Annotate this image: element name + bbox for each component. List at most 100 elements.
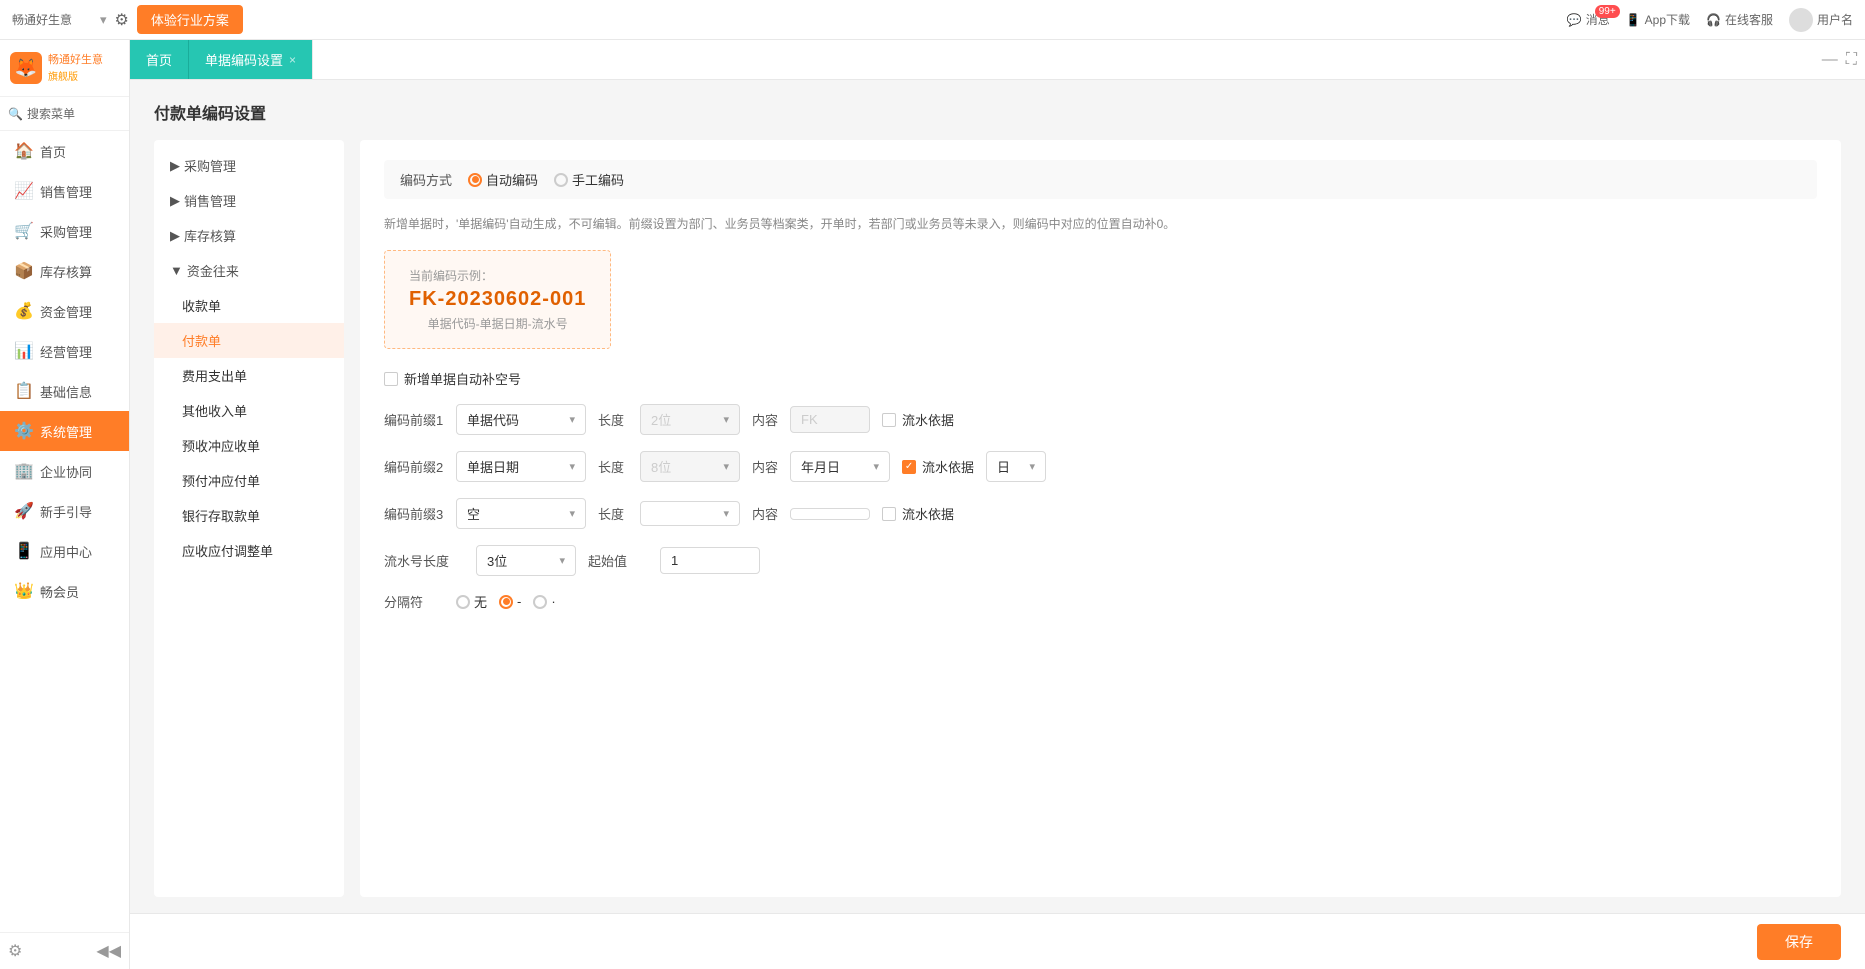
online-service-btn[interactable]: 🎧 在线客服 [1706, 11, 1773, 28]
length1-label: 长度 [598, 410, 624, 429]
auto-fill-checkbox[interactable] [384, 372, 398, 386]
manual-encode-radio[interactable]: 手工编码 [554, 170, 624, 189]
serial3-checkbox[interactable] [882, 507, 896, 521]
footer-settings-icon[interactable]: ⚙ [8, 941, 22, 961]
prefix1-label: 编码前缀1 [384, 410, 444, 429]
auto-encode-circle [468, 173, 482, 187]
length1-value: 2位 [651, 410, 671, 429]
tree-item-bank-deposit[interactable]: 银行存取款单 [154, 498, 344, 533]
tree-item-purchase-mgmt[interactable]: ▶ 采购管理 [154, 148, 344, 183]
tree-item-other-income[interactable]: 其他收入单 [154, 393, 344, 428]
page-body: ▶ 采购管理 ▶ 销售管理 ▶ 库存核算 ▼ 资 [154, 140, 1841, 897]
sidebar-item-basic[interactable]: 📋 基础信息 [0, 371, 129, 411]
tree-label-inventory: 库存核算 [184, 226, 236, 245]
serial3-checkbox-row[interactable]: 流水依据 [882, 504, 954, 523]
content2-label: 内容 [752, 457, 778, 476]
sep-dot-radio[interactable]: · [533, 594, 555, 609]
tree-label-expense: 费用支出单 [182, 366, 247, 385]
auto-fill-label: 新增单据自动补空号 [404, 369, 521, 388]
length2-select[interactable]: 8位 ▾ [640, 451, 740, 482]
explore-btn[interactable]: 体验行业方案 [137, 5, 243, 34]
start-value-input[interactable] [660, 547, 760, 574]
search-menu-btn[interactable]: 🔍 搜索菜单 [0, 97, 129, 131]
sidebar-item-enterprise[interactable]: 🏢 企业协同 [0, 451, 129, 491]
user-avatar-btn[interactable]: 用户名 [1789, 8, 1853, 32]
tree-item-payable-adjust[interactable]: 应收应付调整单 [154, 533, 344, 568]
inventory-icon: 📦 [14, 261, 32, 281]
length3-select[interactable]: ▾ [640, 501, 740, 526]
tree-item-prepay-pay[interactable]: 预付冲应付单 [154, 463, 344, 498]
content2-chevron-icon: ▾ [874, 460, 880, 473]
example-code: FK-20230602-001 [409, 288, 586, 311]
serial2-cycle-select[interactable]: 日 ▾ [986, 451, 1046, 482]
tree-label-payment: 付款单 [182, 331, 221, 350]
sidebar-item-operations[interactable]: 📊 经营管理 [0, 331, 129, 371]
prefix3-select[interactable]: 空 ▾ [456, 498, 586, 529]
prefix2-select[interactable]: 单据日期 ▾ [456, 451, 586, 482]
example-sub: 单据代码-单据日期-流水号 [409, 315, 586, 332]
member-label: 畅会员 [40, 582, 79, 601]
tree-item-prepay-receive[interactable]: 预收冲应收单 [154, 428, 344, 463]
serial1-checkbox[interactable] [882, 413, 896, 427]
enterprise-icon: 🏢 [14, 461, 32, 481]
auto-encode-radio[interactable]: 自动编码 [468, 170, 538, 189]
tab-close-icon[interactable]: × [289, 53, 296, 67]
tree-item-inventory-mgmt[interactable]: ▶ 库存核算 [154, 218, 344, 253]
home-label: 首页 [40, 142, 66, 161]
serial-length-label: 流水号长度 [384, 551, 464, 570]
content1-value: FK [801, 412, 818, 427]
sep-none-radio[interactable]: 无 [456, 592, 487, 611]
prefix2-label: 编码前缀2 [384, 457, 444, 476]
member-icon: 👑 [14, 581, 32, 601]
serial2-checkbox-row[interactable]: ✓ 流水依据 [902, 457, 974, 476]
inventory-label: 库存核算 [40, 262, 92, 281]
manual-encode-circle [554, 173, 568, 187]
content2-select[interactable]: 年月日 ▾ [790, 451, 890, 482]
sep-dash-radio[interactable]: - [499, 594, 521, 609]
sidebar-item-sales[interactable]: 📈 销售管理 [0, 171, 129, 211]
tab-encoding-settings[interactable]: 单据编码设置 × [189, 40, 313, 79]
tree-item-sales-mgmt[interactable]: ▶ 销售管理 [154, 183, 344, 218]
sidebar-item-member[interactable]: 👑 畅会员 [0, 571, 129, 611]
tab-home[interactable]: 首页 [130, 40, 189, 79]
sidebar-item-apps[interactable]: 📱 应用中心 [0, 531, 129, 571]
serial-length-select[interactable]: 3位 ▾ [476, 545, 576, 576]
avatar [1789, 8, 1813, 32]
content3-label: 内容 [752, 504, 778, 523]
footer-collapse-icon[interactable]: ◀◀ [96, 941, 121, 961]
prefix1-select[interactable]: 单据代码 ▾ [456, 404, 586, 435]
page-wrapper: 付款单编码设置 ▶ 采购管理 ▶ 销售管理 ▶ [130, 80, 1865, 969]
length2-chevron-icon: ▾ [723, 460, 729, 473]
app-download-btn[interactable]: 📱 App下载 [1626, 11, 1690, 28]
sidebar-item-guide[interactable]: 🚀 新手引导 [0, 491, 129, 531]
serial3-label: 流水依据 [902, 504, 954, 523]
notice-text: 新增单据时，'单据编码'自动生成，不可编辑。前缀设置为部门、业务员等档案类，开单… [384, 215, 1817, 234]
sep-dot-label: · [551, 594, 555, 609]
dropdown-chevron-icon[interactable]: ▾ [100, 12, 107, 28]
apps-label: 应用中心 [40, 542, 92, 561]
settings-icon[interactable]: ⚙ [115, 10, 129, 30]
tab-bar: 首页 单据编码设置 × — ⛶ [130, 40, 1865, 80]
tab-bar-actions: — ⛶ [1822, 51, 1865, 69]
encoding-mode-label: 编码方式 [400, 170, 452, 189]
sidebar-item-purchase[interactable]: 🛒 采购管理 [0, 211, 129, 251]
save-button[interactable]: 保存 [1757, 924, 1841, 960]
sidebar-item-finance[interactable]: 💰 资金管理 [0, 291, 129, 331]
serial1-checkbox-row[interactable]: 流水依据 [882, 410, 954, 429]
tree-item-receipt[interactable]: 收款单 [154, 288, 344, 323]
chevron-down-icon: ▼ [170, 263, 183, 278]
length1-select[interactable]: 2位 ▾ [640, 404, 740, 435]
tree-item-expense[interactable]: 费用支出单 [154, 358, 344, 393]
serial2-checkbox[interactable]: ✓ [902, 460, 916, 474]
messages-btn[interactable]: 💬 消息 99+ [1567, 11, 1610, 28]
maximize-icon[interactable]: ⛶ [1846, 51, 1857, 69]
tree-item-capital-flow[interactable]: ▼ 资金往来 [154, 253, 344, 288]
sidebar-item-system[interactable]: ⚙️ 系统管理 [0, 411, 129, 451]
sidebar-item-inventory[interactable]: 📦 库存核算 [0, 251, 129, 291]
tree-item-payment[interactable]: 付款单 [154, 323, 344, 358]
minimize-icon[interactable]: — [1822, 51, 1838, 69]
operations-icon: 📊 [14, 341, 32, 361]
sidebar-item-home[interactable]: 🏠 首页 [0, 131, 129, 171]
apps-icon: 📱 [14, 541, 32, 561]
auto-fill-checkbox-row[interactable]: 新增单据自动补空号 [384, 369, 1817, 388]
